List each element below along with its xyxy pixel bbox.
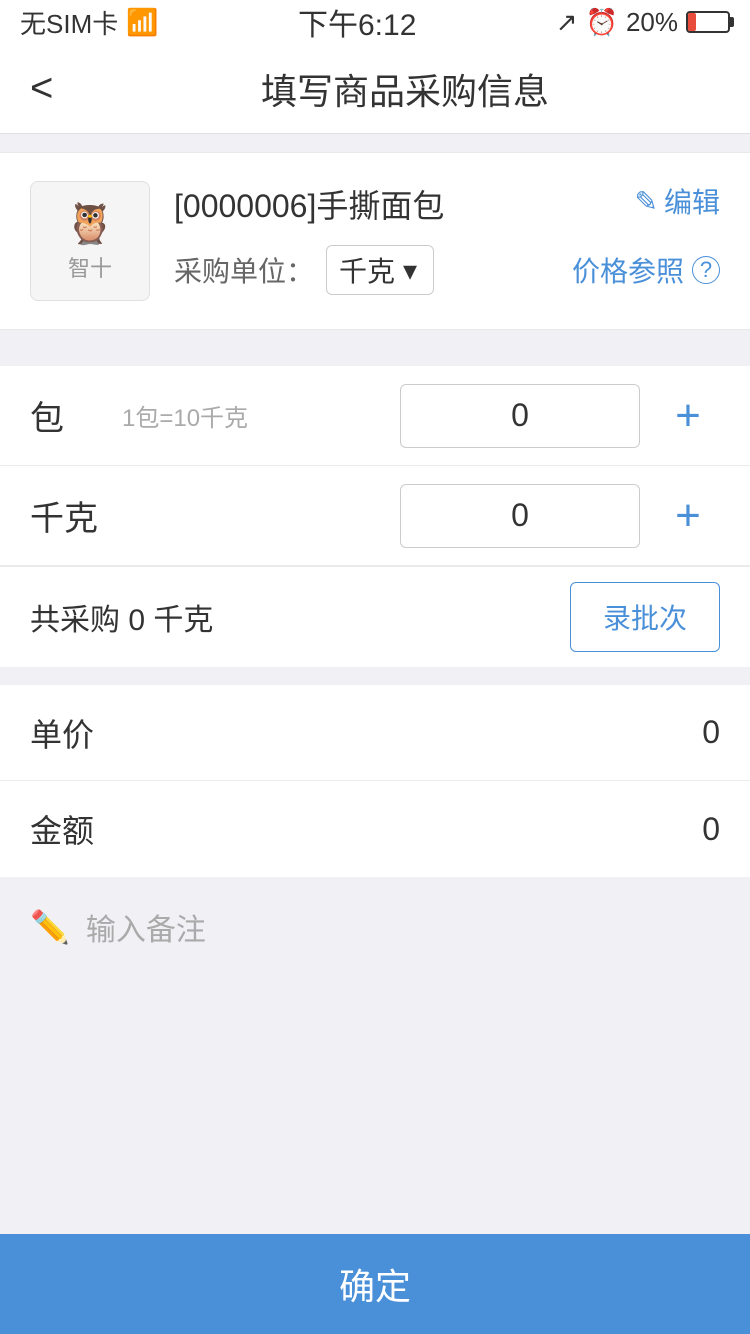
product-name: [0000006]手撕面包 (174, 181, 444, 227)
back-button[interactable]: < (30, 66, 90, 111)
battery-icon (686, 11, 730, 33)
battery-percent: 20% (626, 7, 678, 38)
quantity-row-kg: 千克 + (0, 466, 750, 566)
product-logo-icon: 🦉 (65, 200, 115, 247)
product-image: 🦉 智十 (30, 181, 150, 301)
amount-row: 金额 0 (0, 781, 750, 877)
product-title: 手撕面包 (316, 188, 444, 224)
info-section: 单价 0 金额 0 (0, 685, 750, 877)
edit-button[interactable]: ✎ 编辑 (635, 181, 720, 221)
product-header: [0000006]手撕面包 ✎ 编辑 (174, 181, 720, 227)
price-ref-label: 价格参照 (572, 250, 684, 290)
status-left: 无SIM卡 📶 (20, 4, 159, 41)
wifi-icon: 📶 (126, 7, 158, 38)
quantity-input-bao[interactable] (400, 384, 640, 448)
edit-label: 编辑 (664, 181, 720, 221)
location-icon: ↗ (556, 7, 578, 38)
status-bar: 无SIM卡 📶 下午6:12 ↗ ⏰ 20% (0, 0, 750, 44)
plus-button-kg[interactable]: + (656, 484, 720, 548)
quantity-input-kg[interactable] (400, 484, 640, 548)
quantity-section: 包 1包=10千克 + 千克 + (0, 366, 750, 566)
price-ref-button[interactable]: 价格参照 ? (572, 250, 720, 290)
price-row: 单价 0 (0, 685, 750, 781)
total-label: 共采购 0 千克 (30, 595, 213, 639)
pencil-icon: ✏️ (30, 908, 70, 946)
empty-area (0, 977, 750, 1257)
product-section: 🦉 智十 [0000006]手撕面包 ✎ 编辑 采购单位： 千克 ▾ 价格参照 (0, 152, 750, 330)
status-time: 下午6:12 (298, 0, 416, 44)
quantity-label-bao: 包 (30, 391, 110, 440)
product-unit-row: 采购单位： 千克 ▾ 价格参照 ? (174, 245, 720, 295)
quantity-input-wrap-bao: + (248, 384, 720, 448)
confirm-button[interactable]: 确定 (0, 1234, 750, 1334)
quantity-label-kg: 千克 (30, 491, 110, 540)
notes-section[interactable]: ✏️ 输入备注 (0, 877, 750, 977)
edit-icon: ✎ (635, 185, 658, 218)
section-divider-2 (0, 667, 750, 685)
quantity-input-wrap-kg: + (110, 484, 720, 548)
unit-select[interactable]: 千克 ▾ (326, 245, 434, 295)
carrier-text: 无SIM卡 (20, 4, 118, 41)
quantity-row-bao: 包 1包=10千克 + (0, 366, 750, 466)
price-value: 0 (702, 714, 720, 751)
amount-label: 金额 (30, 806, 94, 852)
product-logo-text: 智十 (68, 251, 112, 283)
total-section: 共采购 0 千克 录批次 (0, 566, 750, 667)
nav-bar: < 填写商品采购信息 (0, 44, 750, 134)
amount-value: 0 (702, 811, 720, 848)
unit-label: 采购单位： (174, 250, 314, 290)
alarm-icon: ⏰ (586, 7, 618, 38)
total-row: 共采购 0 千克 录批次 (0, 567, 750, 667)
section-divider-1 (0, 330, 750, 348)
chevron-down-icon: ▾ (403, 254, 417, 287)
plus-button-bao[interactable]: + (656, 384, 720, 448)
info-icon: ? (692, 256, 720, 284)
price-label: 单价 (30, 710, 94, 756)
unit-value: 千克 (339, 250, 395, 290)
notes-placeholder: 输入备注 (86, 905, 206, 949)
status-right: ↗ ⏰ 20% (556, 7, 730, 38)
record-batch-button[interactable]: 录批次 (570, 582, 720, 652)
product-info: [0000006]手撕面包 ✎ 编辑 采购单位： 千克 ▾ 价格参照 ? (174, 181, 720, 295)
battery-fill (688, 13, 696, 31)
page-title: 填写商品采购信息 (90, 63, 720, 115)
quantity-sublabel-bao: 1包=10千克 (122, 398, 248, 433)
confirm-label: 确定 (339, 1258, 411, 1310)
product-code: [0000006] (174, 188, 316, 224)
